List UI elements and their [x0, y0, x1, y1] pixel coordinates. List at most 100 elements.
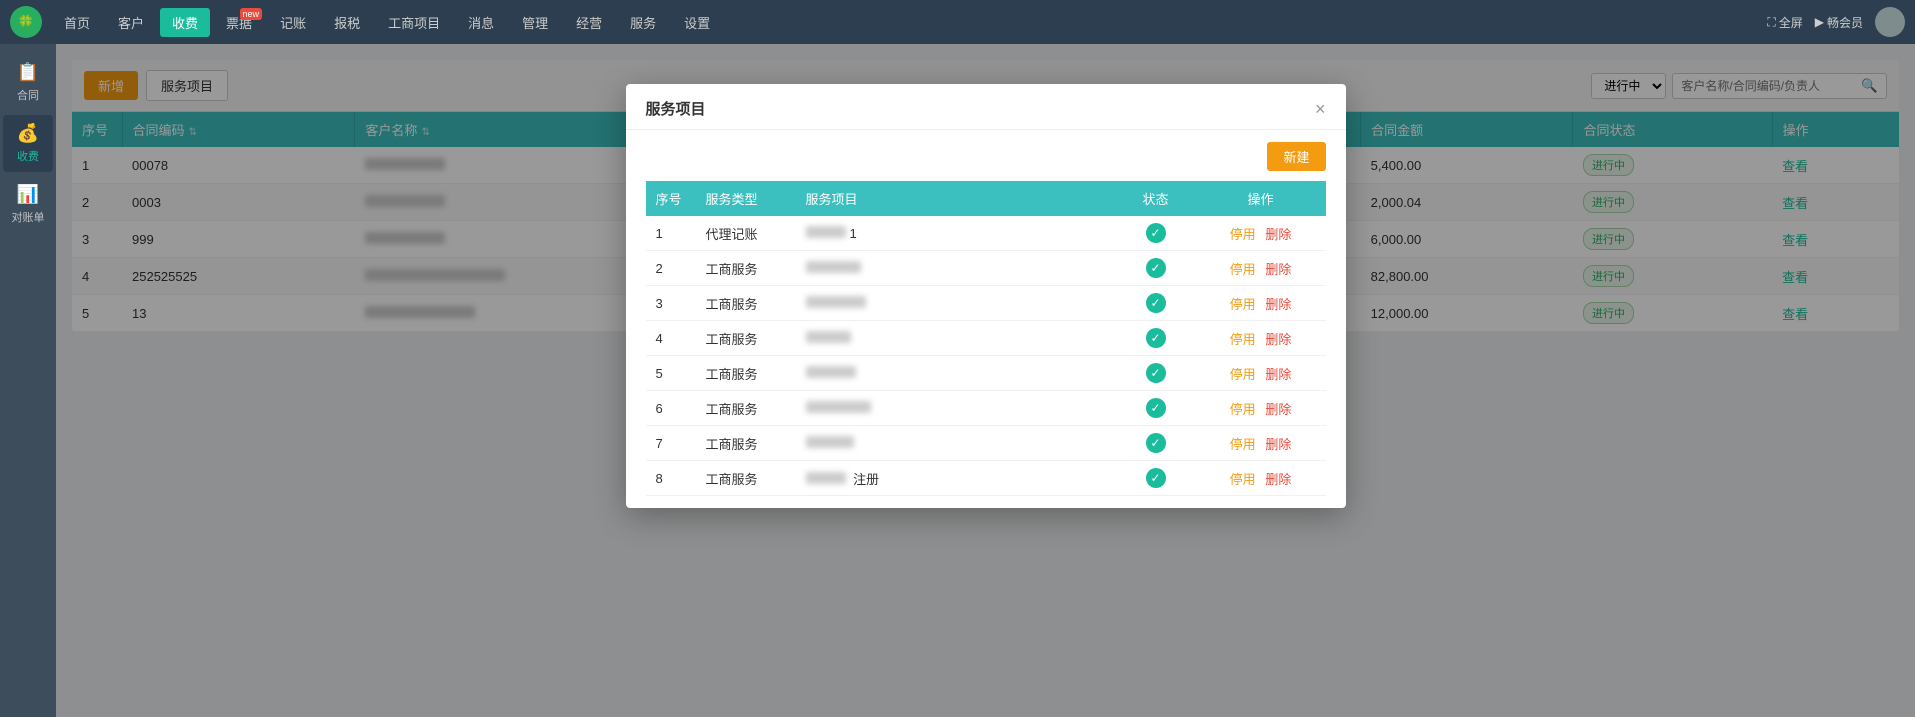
modal-cell-status: ✓	[1116, 356, 1196, 391]
nav-item-tax[interactable]: 报税	[322, 8, 372, 37]
contract-icon: 📋	[17, 62, 39, 83]
status-check-icon: ✓	[1146, 328, 1166, 348]
modal-cell-status: ✓	[1116, 321, 1196, 356]
modal-cell-actions: 停用 删除	[1196, 251, 1326, 286]
modal-table-row: 4 工商服务 ✓ 停用 删除	[646, 321, 1326, 356]
vip-button[interactable]: ▶ 畅会员	[1815, 14, 1863, 31]
modal-cell-seq: 7	[646, 426, 696, 461]
modal-cell-project	[796, 356, 1116, 391]
nav-item-manage[interactable]: 管理	[510, 8, 560, 37]
nav-item-message[interactable]: 消息	[456, 8, 506, 37]
sidebar-item-fees[interactable]: 💰 收费	[3, 115, 53, 172]
delete-button[interactable]: 删除	[1265, 227, 1291, 242]
delete-button[interactable]: 删除	[1265, 472, 1291, 487]
modal-cell-actions: 停用 删除	[1196, 426, 1326, 461]
modal-cell-status: ✓	[1116, 426, 1196, 461]
nav-item-service[interactable]: 服务	[618, 8, 668, 37]
nav-menu: 首页 客户 收费 票据 new 记账 报税 工商项目 消息 管理 经营 服务 设…	[52, 8, 1767, 37]
modal-cell-project	[796, 321, 1116, 356]
app-logo: 🍀	[10, 6, 42, 38]
content-area: 新增 服务项目 进行中 已完成 全部 🔍	[56, 44, 1915, 717]
modal-cell-type: 工商服务	[696, 426, 796, 461]
modal-cell-status: ✓	[1116, 391, 1196, 426]
modal-table-row: 5 工商服务 ✓ 停用 删除	[646, 356, 1326, 391]
status-check-icon: ✓	[1146, 433, 1166, 453]
modal-th-seq: 序号	[646, 181, 696, 216]
modal-cell-type: 工商服务	[696, 321, 796, 356]
statement-icon: 📊	[17, 184, 39, 205]
modal-new-button[interactable]: 新建	[1267, 142, 1325, 171]
modal-cell-project	[796, 426, 1116, 461]
stop-button[interactable]: 停用	[1230, 367, 1256, 382]
modal-cell-seq: 1	[646, 216, 696, 251]
nav-item-customer[interactable]: 客户	[106, 8, 156, 37]
nav-item-bookkeep[interactable]: 记账	[268, 8, 318, 37]
modal-toolbar: 新建	[646, 142, 1326, 171]
stop-button[interactable]: 停用	[1230, 437, 1256, 452]
stop-button[interactable]: 停用	[1230, 262, 1256, 277]
nav-item-home[interactable]: 首页	[52, 8, 102, 37]
modal-table-scroll[interactable]: 序号 服务类型 服务项目 状态 操作 1	[646, 181, 1326, 496]
sidebar-item-fees-label: 收费	[17, 148, 39, 164]
sidebar-item-contract[interactable]: 📋 合同	[3, 54, 53, 111]
modal-body: 新建 序号 服务类型 服务项目 状态 操作	[626, 130, 1346, 508]
stop-button[interactable]: 停用	[1230, 402, 1256, 417]
delete-button[interactable]: 删除	[1265, 332, 1291, 347]
modal-table-row: 1 代理记账 1 ✓ 停用 删除	[646, 216, 1326, 251]
sidebar-item-statement-label: 对账单	[12, 209, 45, 225]
modal-cell-status: ✓	[1116, 286, 1196, 321]
modal-cell-seq: 6	[646, 391, 696, 426]
modal-cell-status: ✓	[1116, 216, 1196, 251]
vip-label: 畅会员	[1827, 14, 1863, 31]
modal-cell-type: 工商服务	[696, 391, 796, 426]
delete-button[interactable]: 删除	[1265, 262, 1291, 277]
service-modal: 服务项目 × 新建 序号 服务类型 服务项目	[626, 84, 1346, 508]
modal-header: 服务项目 ×	[626, 84, 1346, 130]
fullscreen-label: 全屏	[1779, 14, 1803, 31]
stop-button[interactable]: 停用	[1230, 297, 1256, 312]
delete-button[interactable]: 删除	[1265, 297, 1291, 312]
status-check-icon: ✓	[1146, 398, 1166, 418]
modal-cell-type: 工商服务	[696, 356, 796, 391]
nav-item-business[interactable]: 工商项目	[376, 8, 452, 37]
modal-th-project: 服务项目	[796, 181, 1116, 216]
fullscreen-button[interactable]: ⛶ 全屏	[1767, 14, 1802, 31]
delete-button[interactable]: 删除	[1265, 367, 1291, 382]
modal-cell-type: 工商服务	[696, 286, 796, 321]
modal-cell-actions: 停用 删除	[1196, 391, 1326, 426]
modal-title: 服务项目	[646, 98, 706, 119]
modal-cell-project	[796, 391, 1116, 426]
modal-cell-type: 代理记账	[696, 216, 796, 251]
modal-cell-type: 工商服务	[696, 461, 796, 496]
new-badge: new	[240, 8, 263, 20]
modal-cell-seq: 4	[646, 321, 696, 356]
nav-item-operation[interactable]: 经营	[564, 8, 614, 37]
modal-cell-actions: 停用 删除	[1196, 356, 1326, 391]
modal-cell-project: 注册	[796, 461, 1116, 496]
modal-close-button[interactable]: ×	[1315, 100, 1326, 118]
modal-table-row: 8 工商服务 注册 ✓ 停用 删除	[646, 461, 1326, 496]
status-check-icon: ✓	[1146, 258, 1166, 278]
nav-item-fees[interactable]: 收费	[160, 8, 210, 37]
modal-cell-actions: 停用 删除	[1196, 461, 1326, 496]
stop-button[interactable]: 停用	[1230, 227, 1256, 242]
delete-button[interactable]: 删除	[1265, 437, 1291, 452]
nav-item-invoice[interactable]: 票据 new	[214, 8, 264, 37]
stop-button[interactable]: 停用	[1230, 472, 1256, 487]
modal-cell-actions: 停用 删除	[1196, 286, 1326, 321]
status-check-icon: ✓	[1146, 223, 1166, 243]
modal-cell-seq: 2	[646, 251, 696, 286]
modal-cell-seq: 8	[646, 461, 696, 496]
sidebar-item-statement[interactable]: 📊 对账单	[3, 176, 53, 233]
vip-icon: ▶	[1815, 15, 1824, 29]
modal-table-row: 7 工商服务 ✓ 停用 删除	[646, 426, 1326, 461]
modal-cell-status: ✓	[1116, 251, 1196, 286]
modal-th-status: 状态	[1116, 181, 1196, 216]
nav-item-settings[interactable]: 设置	[672, 8, 722, 37]
stop-button[interactable]: 停用	[1230, 332, 1256, 347]
delete-button[interactable]: 删除	[1265, 402, 1291, 417]
modal-cell-project	[796, 286, 1116, 321]
modal-header-row: 序号 服务类型 服务项目 状态 操作	[646, 181, 1326, 216]
user-avatar[interactable]	[1875, 7, 1905, 37]
modal-cell-actions: 停用 删除	[1196, 321, 1326, 356]
